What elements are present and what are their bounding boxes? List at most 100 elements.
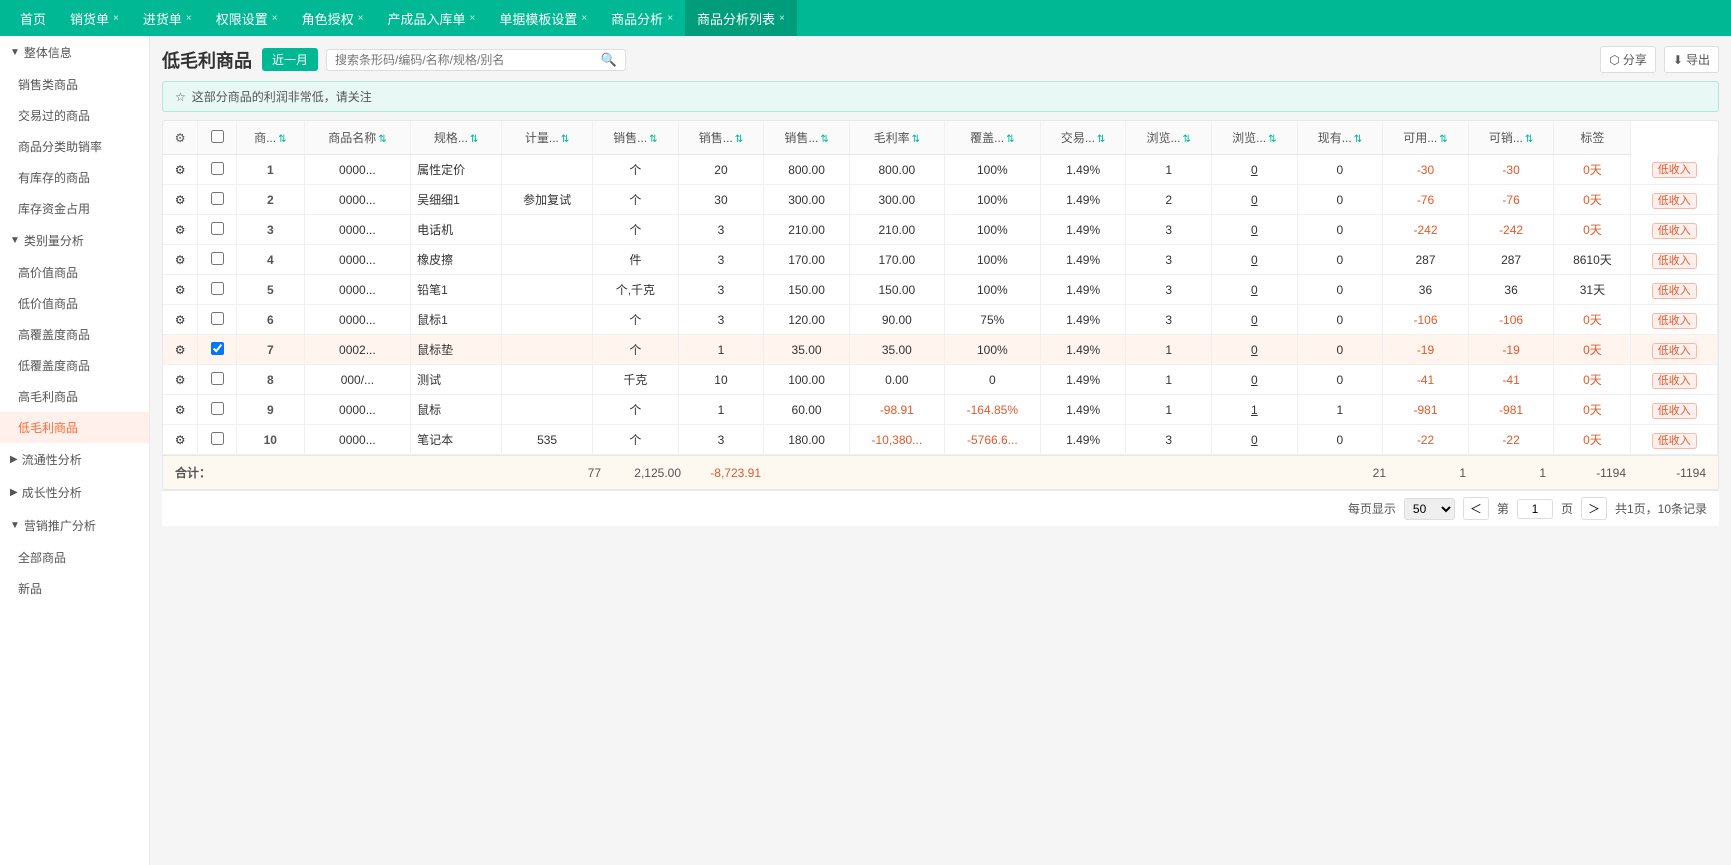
share-button[interactable]: ⬡ 分享 xyxy=(1600,46,1656,73)
col-sales-profit[interactable]: 销售...⇅ xyxy=(764,121,850,155)
nav-product-entry-close-icon[interactable]: × xyxy=(469,13,475,24)
row-browse1-3[interactable]: 0 xyxy=(1212,245,1298,275)
row-checkbox-5[interactable] xyxy=(211,312,224,325)
row-checkbox-9[interactable] xyxy=(211,432,224,445)
nav-product-analysis-list[interactable]: 商品分析列表 × xyxy=(685,0,797,36)
row-name-5[interactable]: 鼠标1 xyxy=(411,305,502,335)
sidebar-section-overall[interactable]: ▼ 整体信息 xyxy=(0,36,149,69)
col-browse2[interactable]: 浏览...⇅ xyxy=(1212,121,1298,155)
row-checkbox-4[interactable] xyxy=(211,282,224,295)
row-checkbox-7[interactable] xyxy=(211,372,224,385)
row-browse1-4[interactable]: 0 xyxy=(1212,275,1298,305)
nav-permissions[interactable]: 权限设置 × xyxy=(204,0,290,36)
nav-template-close-icon[interactable]: × xyxy=(581,13,587,24)
sidebar-item-in-stock[interactable]: 有库存的商品 xyxy=(0,162,149,193)
sidebar-item-low-profit[interactable]: 低毛利商品 xyxy=(0,412,149,443)
page-size-label: 每页显示 xyxy=(1348,500,1396,517)
row-name-7[interactable]: 测试 xyxy=(411,365,502,395)
col-tag[interactable]: 标签 xyxy=(1554,121,1631,155)
search-icon[interactable]: 🔍 xyxy=(601,52,617,68)
table-header-row: ⚙ 商...⇅ 商品名称⇅ 规格...⇅ 计量...⇅ 销售...⇅ 销售...… xyxy=(163,121,1718,155)
sidebar-item-all-products[interactable]: 全部商品 xyxy=(0,542,149,573)
sidebar-section-circulation[interactable]: ▶ 流通性分析 xyxy=(0,443,149,476)
col-sales-qty[interactable]: 销售...⇅ xyxy=(593,121,679,155)
col-deal-count[interactable]: 交易...⇅ xyxy=(1040,121,1126,155)
nav-purchase[interactable]: 进货单 × xyxy=(131,0,204,36)
row-name-9[interactable]: 笔记本 xyxy=(411,425,502,455)
sidebar-section-growth[interactable]: ▶ 成长性分析 xyxy=(0,476,149,509)
row-name-8[interactable]: 鼠标 xyxy=(411,395,502,425)
export-button[interactable]: ⬇ 导出 xyxy=(1664,46,1719,73)
row-browse1-5[interactable]: 0 xyxy=(1212,305,1298,335)
col-settings[interactable]: ⚙ xyxy=(163,121,198,155)
row-browse1-8[interactable]: 1 xyxy=(1212,395,1298,425)
row-sales-price-5: 120.00 xyxy=(764,305,850,335)
sidebar-item-new-products[interactable]: 新品 xyxy=(0,573,149,604)
col-gross-margin[interactable]: 毛利率⇅ xyxy=(849,121,944,155)
row-sales-qty-2: 3 xyxy=(678,215,764,245)
col-browse1[interactable]: 浏览...⇅ xyxy=(1126,121,1212,155)
nav-product-analysis-close-icon[interactable]: × xyxy=(667,13,673,24)
row-browse1-6[interactable]: 0 xyxy=(1212,335,1298,365)
col-sellable[interactable]: 可销...⇅ xyxy=(1468,121,1554,155)
filter-recent-month-button[interactable]: 近一月 xyxy=(262,48,318,71)
nav-template[interactable]: 单据模板设置 × xyxy=(487,0,599,36)
nav-roles-close-icon[interactable]: × xyxy=(358,13,364,24)
row-browse1-0[interactable]: 0 xyxy=(1212,155,1298,185)
nav-roles[interactable]: 角色授权 × xyxy=(290,0,376,36)
pagination-bar: 每页显示 50 100 200 ＜ 第 页 ＞ 共1页，10条记录 xyxy=(162,490,1719,526)
sidebar-section-category[interactable]: ▼ 类别量分析 xyxy=(0,224,149,257)
col-spec[interactable]: 规格...⇅ xyxy=(411,121,502,155)
sidebar-item-low-value[interactable]: 低价值商品 xyxy=(0,288,149,319)
col-name[interactable]: 商品名称⇅ xyxy=(304,121,410,155)
col-sales-price[interactable]: 销售...⇅ xyxy=(678,121,764,155)
row-browse1-2[interactable]: 0 xyxy=(1212,215,1298,245)
row-name-3[interactable]: 橡皮擦 xyxy=(411,245,502,275)
col-current-stock[interactable]: 现有...⇅ xyxy=(1297,121,1383,155)
row-checkbox-1[interactable] xyxy=(211,192,224,205)
nav-home[interactable]: 首页 xyxy=(8,0,58,36)
next-page-button[interactable]: ＞ xyxy=(1581,497,1607,520)
row-checkbox-8[interactable] xyxy=(211,402,224,415)
select-all-checkbox[interactable] xyxy=(211,130,224,143)
row-unit-5: 个 xyxy=(593,305,679,335)
col-available[interactable]: 可用...⇅ xyxy=(1383,121,1469,155)
row-checkbox-3[interactable] xyxy=(211,252,224,265)
row-name-4[interactable]: 铅笔1 xyxy=(411,275,502,305)
row-checkbox-2[interactable] xyxy=(211,222,224,235)
row-browse1-9[interactable]: 0 xyxy=(1212,425,1298,455)
nav-product-analysis[interactable]: 商品分析 × xyxy=(599,0,685,36)
prev-page-button[interactable]: ＜ xyxy=(1463,497,1489,520)
sidebar-item-high-value[interactable]: 高价值商品 xyxy=(0,257,149,288)
row-name-6[interactable]: 鼠标垫 xyxy=(411,335,502,365)
row-checkbox-0[interactable] xyxy=(211,162,224,175)
sidebar-item-low-coverage[interactable]: 低覆盖度商品 xyxy=(0,350,149,381)
nav-sales-close-icon[interactable]: × xyxy=(113,13,119,24)
nav-purchase-close-icon[interactable]: × xyxy=(186,13,192,24)
row-name-0[interactable]: 属性定价 xyxy=(411,155,502,185)
row-checkbox-6[interactable] xyxy=(211,342,224,355)
nav-sales[interactable]: 销货单 × xyxy=(58,0,131,36)
col-coverage[interactable]: 覆盖...⇅ xyxy=(944,121,1040,155)
sidebar-item-sales-products[interactable]: 销售类商品 xyxy=(0,69,149,100)
sidebar-section-marketing[interactable]: ▼ 营销推广分析 xyxy=(0,509,149,542)
sidebar-item-high-profit[interactable]: 高毛利商品 xyxy=(0,381,149,412)
sidebar-item-stock-capital[interactable]: 库存资金占用 xyxy=(0,193,149,224)
col-checkbox[interactable] xyxy=(198,121,237,155)
row-browse1-1[interactable]: 0 xyxy=(1212,185,1298,215)
nav-permissions-close-icon[interactable]: × xyxy=(272,13,278,24)
row-browse1-7[interactable]: 0 xyxy=(1212,365,1298,395)
row-name-2[interactable]: 电话机 xyxy=(411,215,502,245)
col-code[interactable]: 商...⇅ xyxy=(236,121,304,155)
search-input[interactable] xyxy=(335,53,601,67)
sidebar-item-high-coverage[interactable]: 高覆盖度商品 xyxy=(0,319,149,350)
sidebar-item-category-rate[interactable]: 商品分类助销率 xyxy=(0,131,149,162)
page-size-select[interactable]: 50 100 200 xyxy=(1404,498,1455,520)
nav-product-analysis-list-close-icon[interactable]: × xyxy=(779,13,785,24)
current-page-input[interactable] xyxy=(1517,499,1553,519)
col-unit[interactable]: 计量...⇅ xyxy=(502,121,593,155)
sidebar-item-traded-products[interactable]: 交易过的商品 xyxy=(0,100,149,131)
row-name-1[interactable]: 吴细细1 xyxy=(411,185,502,215)
nav-product-entry[interactable]: 产成品入库单 × xyxy=(375,0,487,36)
row-settings-0: ⚙ xyxy=(163,155,198,185)
